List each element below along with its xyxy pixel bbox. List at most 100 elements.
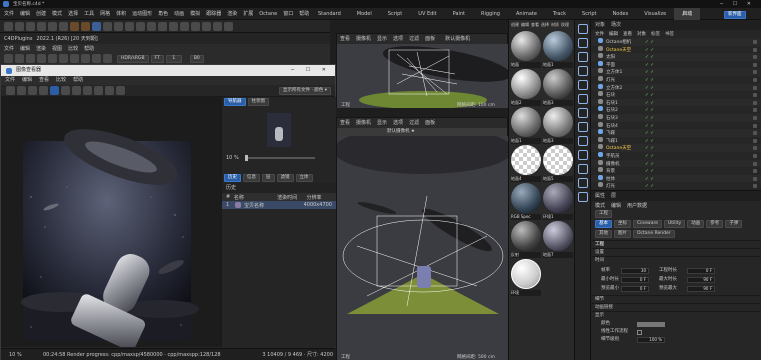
- object-row[interactable]: 灯光 ✓ ✓: [591, 182, 761, 190]
- render-menu-item[interactable]: 帮助: [84, 45, 94, 52]
- project-time-field[interactable]: 0 F: [687, 267, 715, 274]
- render-menu-item[interactable]: 渲染: [36, 45, 46, 52]
- color-swatch[interactable]: [637, 321, 665, 327]
- object-row[interactable]: 石块4 ✓ ✓: [591, 121, 761, 130]
- object-visibility[interactable]: ✓ ✓: [645, 130, 663, 136]
- preview-max-field[interactable]: 90 F: [687, 285, 715, 292]
- object-tag-icon[interactable]: [753, 108, 757, 113]
- polygons-mode-icon[interactable]: [578, 66, 588, 76]
- save-icon[interactable]: [4, 54, 13, 63]
- menu-item[interactable]: 渲染: [227, 10, 237, 17]
- attribute-menu-item[interactable]: 编辑: [611, 202, 621, 209]
- object-visibility[interactable]: ✓ ✓: [645, 39, 663, 45]
- history-row[interactable]: 1 宝贝名称 4000x4700: [222, 201, 336, 209]
- section-detail[interactable]: 细节: [591, 295, 761, 303]
- viewport-menu-item[interactable]: 过滤: [409, 118, 419, 128]
- cube-icon[interactable]: [92, 21, 101, 31]
- object-row[interactable]: Octane相机 ✓ ✓: [591, 38, 761, 46]
- history-tab[interactable]: 信息: [243, 174, 260, 182]
- object-visibility[interactable]: ✓ ✓: [645, 183, 663, 189]
- object-row[interactable]: 背景 ✓ ✓: [591, 167, 761, 175]
- model-mode-icon[interactable]: [578, 24, 588, 34]
- workplane-icon[interactable]: [191, 21, 200, 31]
- viewport-menu-item[interactable]: 查看: [340, 118, 350, 128]
- object-tag-icon[interactable]: [753, 85, 757, 90]
- menu-item[interactable]: 动画: [174, 10, 184, 17]
- cloner-icon[interactable]: [125, 21, 134, 31]
- crop-icon[interactable]: [116, 86, 125, 95]
- display-mode-dropdown[interactable]: 显示所有文件 · 颜色 ▾: [279, 86, 331, 95]
- object-menu-item[interactable]: 书签: [665, 31, 674, 37]
- material-menu-item[interactable]: 纹理: [561, 22, 569, 28]
- viewport-menu-item[interactable]: 显示: [377, 34, 387, 44]
- menu-item[interactable]: 模式: [52, 10, 62, 17]
- material-swatch[interactable]: [511, 107, 541, 137]
- viewport-menu-item[interactable]: 面板: [425, 118, 435, 128]
- undo-icon[interactable]: [4, 21, 13, 31]
- extrude-icon[interactable]: [578, 192, 588, 202]
- material-swatch[interactable]: [543, 183, 573, 213]
- material-swatch[interactable]: [511, 31, 541, 61]
- render-menu-item[interactable]: 视图: [52, 45, 62, 52]
- axis-icon[interactable]: [202, 21, 211, 31]
- save-image-icon[interactable]: [17, 86, 26, 95]
- light-icon[interactable]: [169, 21, 178, 31]
- render-canvas[interactable]: [1, 97, 221, 351]
- new-layout-button[interactable]: 新界面: [724, 9, 746, 19]
- render-view-icon[interactable]: [81, 21, 90, 31]
- deformer-icon[interactable]: [136, 21, 145, 31]
- object-visibility[interactable]: ✓ ✓: [645, 168, 663, 174]
- object-row[interactable]: Octane天空 ✓ ✓: [591, 45, 761, 54]
- attribute-mode-tab[interactable]: 参考: [706, 220, 724, 228]
- object-tag-icon[interactable]: [753, 176, 757, 181]
- viewport-menu-item[interactable]: 面板: [425, 34, 435, 44]
- section-display[interactable]: 显示: [591, 311, 761, 319]
- object-tag-icon[interactable]: [753, 47, 757, 52]
- object-tag-icon[interactable]: [753, 100, 757, 105]
- layout-tab[interactable]: Visualize: [636, 8, 674, 20]
- object-visibility[interactable]: ✓ ✓: [645, 54, 663, 60]
- object-menu-item[interactable]: 查看: [623, 31, 632, 37]
- menu-item[interactable]: 文件: [4, 10, 14, 17]
- scale-icon[interactable]: [48, 21, 57, 31]
- material-menu-item[interactable]: 材质: [551, 22, 559, 28]
- material-swatch[interactable]: [543, 69, 573, 99]
- attribute-tab[interactable]: 属性: [595, 191, 605, 201]
- folder-icon[interactable]: [6, 86, 15, 95]
- object-row[interactable]: 石块 ✓ ✓: [591, 91, 761, 99]
- material-swatch[interactable]: [543, 221, 573, 251]
- linear-checkbox[interactable]: [637, 329, 642, 335]
- viewer-menu-item[interactable]: 编辑: [22, 76, 32, 85]
- material-swatch[interactable]: [543, 31, 573, 61]
- menu-item[interactable]: 模拟: [190, 10, 200, 17]
- viewport-menu-item[interactable]: 选项: [393, 118, 403, 128]
- texture-mode-icon[interactable]: [578, 94, 588, 104]
- object-menu-item[interactable]: 编辑: [609, 31, 618, 37]
- material-menu-item[interactable]: 选择: [541, 22, 549, 28]
- object-row[interactable]: 飞碟1 ✓ ✓: [591, 136, 761, 145]
- object-menu-item[interactable]: 标签: [651, 31, 660, 37]
- viewer-menu-item[interactable]: 帮助: [73, 76, 83, 85]
- object-tag-icon[interactable]: [753, 146, 757, 151]
- pen-icon[interactable]: [103, 21, 112, 31]
- menu-item[interactable]: 创建: [36, 10, 46, 17]
- object-row[interactable]: 飞碟 ✓ ✓: [591, 129, 761, 137]
- navigator-thumbnail[interactable]: [222, 107, 336, 153]
- sculpt-icon[interactable]: [578, 150, 588, 160]
- max-time-field[interactable]: 90 F: [687, 276, 715, 283]
- move-icon[interactable]: [26, 21, 35, 31]
- object-visibility[interactable]: ✓ ✓: [645, 176, 663, 182]
- layout-tab[interactable]: 启动: [674, 8, 701, 20]
- status-zoom[interactable]: 10 %: [9, 349, 43, 360]
- menu-item[interactable]: Octane: [259, 11, 277, 17]
- object-row[interactable]: 柱体 ✓ ✓: [591, 174, 761, 183]
- points-mode-icon[interactable]: [578, 38, 588, 48]
- layout-tab[interactable]: Rigging: [473, 8, 508, 20]
- object-tag-icon[interactable]: [753, 40, 757, 44]
- object-tag-icon[interactable]: [753, 93, 757, 98]
- history-tab[interactable]: 层: [262, 174, 275, 182]
- object-row[interactable]: 摄像机 ✓ ✓: [591, 159, 761, 168]
- object-row[interactable]: 灯光 ✓ ✓: [591, 75, 761, 84]
- material-menu-item[interactable]: 编辑: [521, 22, 529, 28]
- channel-icon[interactable]: [81, 54, 90, 63]
